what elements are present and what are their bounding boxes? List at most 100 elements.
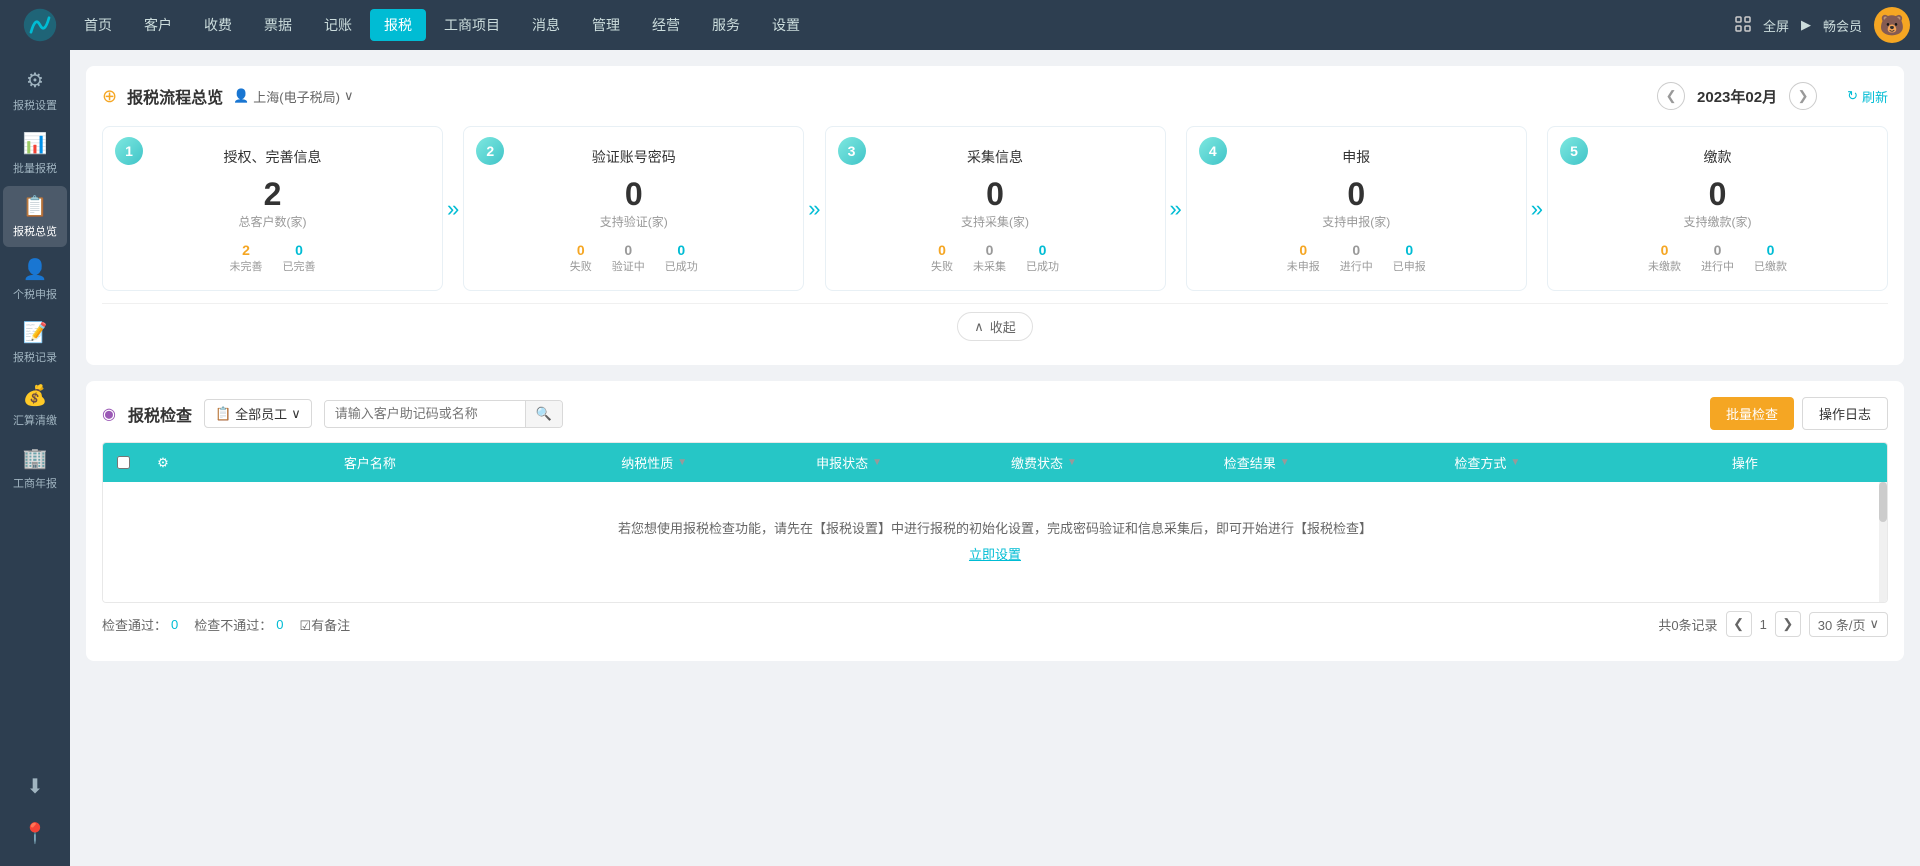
nav-service[interactable]: 服务	[698, 9, 754, 41]
nav-fee[interactable]: 收费	[190, 9, 246, 41]
batch-check-btn[interactable]: 批量检查	[1710, 397, 1794, 430]
step-1-stat-0[interactable]: 2 未完善	[230, 242, 263, 274]
location-icon-tag: 👤	[233, 88, 249, 104]
step-5-stat-0[interactable]: 0 未缴款	[1648, 242, 1681, 274]
sidebar-item-tax-settings[interactable]: ⚙ 报税设置	[3, 60, 67, 121]
step-5-title: 缴款	[1564, 147, 1871, 167]
empty-hint-link[interactable]: 立即设置	[969, 547, 1021, 562]
sidebar-item-personal-tax[interactable]: 👤 个税申报	[3, 249, 67, 310]
main-content: ⊕ 报税流程总览 👤 上海(电子税局) ∨ ❮ 2023年02月 ❯ ↻ 刷新 …	[70, 50, 1920, 866]
staff-select[interactable]: 📋 全部员工 ∨	[204, 399, 312, 428]
fullscreen-btn[interactable]	[1735, 16, 1751, 35]
nav-tax[interactable]: 报税	[370, 9, 426, 41]
th-customer-name: 客户名称	[183, 443, 557, 482]
refresh-btn[interactable]: ↻ 刷新	[1847, 87, 1888, 106]
prev-page-btn[interactable]: ❮	[1726, 611, 1752, 637]
collapse-label: 收起	[990, 317, 1016, 336]
fullscreen-label[interactable]: 全屏	[1763, 16, 1789, 35]
step-1-stat-1[interactable]: 0 已完善	[283, 242, 316, 274]
search-input[interactable]	[325, 401, 525, 426]
next-page-btn[interactable]: ❯	[1775, 611, 1801, 637]
sidebar-item-annual-report[interactable]: 🏢 工商年报	[3, 438, 67, 499]
nav-invoice[interactable]: 票据	[250, 9, 306, 41]
step-5-stat-2[interactable]: 0 已缴款	[1754, 242, 1787, 274]
step-2-stat-0[interactable]: 0 失败	[570, 242, 592, 274]
nav-home[interactable]: 首页	[70, 9, 126, 41]
nav-right: 全屏 ▶ 畅会员 🐻	[1735, 7, 1910, 43]
step-2-stat-0-val: 0	[570, 242, 592, 258]
step-1: 1 授权、完善信息 2 总客户数(家) 2 未完善 0 已完善	[102, 126, 443, 291]
step-2-stat-1-lbl: 验证中	[612, 258, 645, 274]
check-fail-count[interactable]: 0	[276, 617, 283, 632]
step-4-stat-1[interactable]: 0 进行中	[1340, 242, 1373, 274]
sidebar-download[interactable]: ⬇	[3, 766, 67, 807]
check-pass-count[interactable]: 0	[171, 617, 178, 632]
step-3-stat-0-val: 0	[931, 242, 953, 258]
scrollbar[interactable]	[1879, 482, 1887, 602]
prev-month-btn[interactable]: ❮	[1657, 82, 1685, 110]
th-tax-nature[interactable]: 纳税性质 ▼	[557, 443, 752, 482]
table-footer: 检查通过： 0 检查不通过： 0 ☑有备注 共0条记录 ❮ 1 ❯ 30 条/页…	[102, 603, 1888, 645]
per-page-select[interactable]: 30 条/页 ∨	[1809, 612, 1888, 637]
sidebar-item-tax-overview[interactable]: 📋 报税总览	[3, 186, 67, 247]
th-check[interactable]	[103, 443, 143, 482]
collapse-btn[interactable]: ∧ 收起	[957, 312, 1033, 341]
nav-business[interactable]: 工商项目	[430, 9, 514, 41]
sidebar-item-batch-tax[interactable]: 📊 批量报税	[3, 123, 67, 184]
step-4-stat-0-lbl: 未申报	[1287, 258, 1320, 274]
location-tag[interactable]: 👤 上海(电子税局) ∨	[233, 87, 353, 106]
nav-customer[interactable]: 客户	[130, 9, 186, 41]
step-5-stat-1-lbl: 进行中	[1701, 258, 1734, 274]
th-tax-label: 纳税性质	[621, 453, 673, 472]
process-card: ⊕ 报税流程总览 👤 上海(电子税局) ∨ ❮ 2023年02月 ❯ ↻ 刷新 …	[86, 66, 1904, 365]
step-3-stat-0[interactable]: 0 失败	[931, 242, 953, 274]
vip-label[interactable]: 畅会员	[1823, 16, 1862, 35]
step-1-stats: 2 未完善 0 已完善	[119, 242, 426, 274]
nav-settings[interactable]: 设置	[758, 9, 814, 41]
nav-manage[interactable]: 管理	[578, 9, 634, 41]
sidebar-item-tax-record[interactable]: 📝 报税记录	[3, 312, 67, 373]
step-4-stat-0-val: 0	[1287, 242, 1320, 258]
th-declare-status[interactable]: 申报状态 ▼	[752, 443, 947, 482]
personal-tax-icon: 👤	[23, 257, 48, 282]
step-2-stat-1[interactable]: 0 验证中	[612, 242, 645, 274]
th-check-method[interactable]: 检查方式 ▼	[1372, 443, 1603, 482]
process-title: 报税流程总览	[127, 84, 223, 108]
step-3-stat-2-val: 0	[1026, 242, 1059, 258]
select-all-checkbox[interactable]	[117, 456, 130, 469]
sidebar-label-tax-record: 报税记录	[13, 349, 57, 365]
arrow-3: »	[1166, 126, 1186, 291]
nav-operation[interactable]: 经营	[638, 9, 694, 41]
step-2: 2 验证账号密码 0 支持验证(家) 0 失败 0 验证中 0 已成功	[463, 126, 804, 291]
step-5-stat-1-val: 0	[1701, 242, 1734, 258]
check-fail-stat: 检查不通过： 0	[194, 615, 283, 634]
arrow-1: »	[443, 126, 463, 291]
current-month: 2023年02月	[1697, 86, 1777, 107]
th-pay-status[interactable]: 缴费状态 ▼	[947, 443, 1142, 482]
step-5-stat-1[interactable]: 0 进行中	[1701, 242, 1734, 274]
th-check-result[interactable]: 检查结果 ▼	[1141, 443, 1372, 482]
step-3-title: 采集信息	[842, 147, 1149, 167]
step-4-stat-0[interactable]: 0 未申报	[1287, 242, 1320, 274]
step-3-stat-1[interactable]: 0 未采集	[973, 242, 1006, 274]
search-button[interactable]: 🔍	[525, 401, 562, 427]
nav-bookkeeping[interactable]: 记账	[310, 9, 366, 41]
vip-icon: ▶	[1801, 17, 1811, 33]
sidebar-item-settlement[interactable]: 💰 汇算清缴	[3, 375, 67, 436]
step-4-stat-1-val: 0	[1340, 242, 1373, 258]
arrow-2: »	[804, 126, 824, 291]
nav-message[interactable]: 消息	[518, 9, 574, 41]
th-gear[interactable]: ⚙	[143, 443, 183, 482]
sidebar-location[interactable]: 📍	[3, 813, 67, 854]
step-2-stat-2[interactable]: 0 已成功	[665, 242, 698, 274]
staff-label: 全部员工	[235, 404, 287, 423]
process-header: ⊕ 报税流程总览 👤 上海(电子税局) ∨ ❮ 2023年02月 ❯ ↻ 刷新	[102, 82, 1888, 110]
step-2-stat-1-val: 0	[612, 242, 645, 258]
scroll-thumb[interactable]	[1879, 482, 1887, 522]
staff-icon: 📋	[215, 406, 231, 422]
step-3-stat-2[interactable]: 0 已成功	[1026, 242, 1059, 274]
step-4-stat-2[interactable]: 0 已申报	[1393, 242, 1426, 274]
search-box: 🔍	[324, 400, 563, 428]
next-month-btn[interactable]: ❯	[1789, 82, 1817, 110]
operation-log-btn[interactable]: 操作日志	[1802, 397, 1888, 430]
